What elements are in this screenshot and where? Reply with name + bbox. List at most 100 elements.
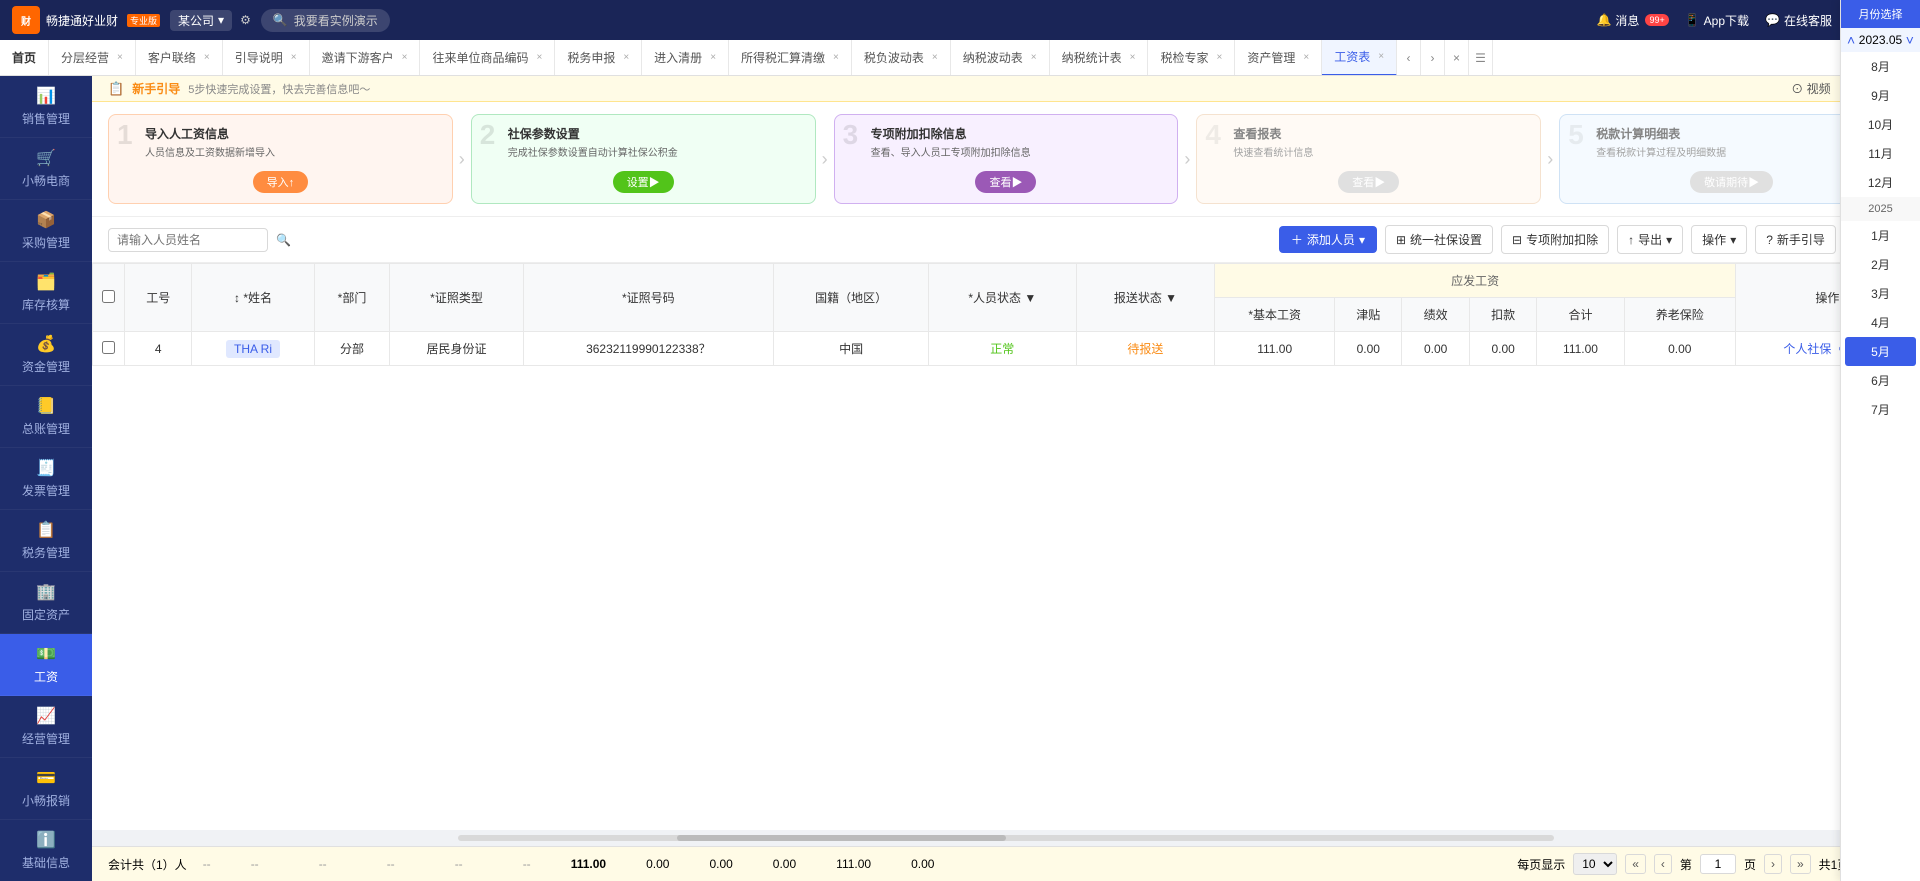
sidebar-item-tax[interactable]: 📋 税务管理 (0, 510, 92, 572)
sidebar-item-invoice[interactable]: 🧾 发票管理 (0, 448, 92, 510)
tab-menu-btn[interactable]: ☰ (1469, 40, 1493, 76)
tab-next-btn[interactable]: › (1421, 40, 1445, 76)
per-page-select[interactable]: 10 20 50 (1573, 853, 1617, 875)
demo-search[interactable]: 🔍 我要看实例演示 (261, 9, 390, 32)
tab-assets[interactable]: 资产管理× (1235, 40, 1322, 76)
tab-tax-expert[interactable]: 税检专家× (1148, 40, 1235, 76)
close-icon[interactable]: × (1130, 52, 1136, 63)
sidebar-item-purchase[interactable]: 📦 采购管理 (0, 200, 92, 262)
step-1-btn[interactable]: 导入↑ (253, 171, 309, 193)
add-icon: ＋ (1291, 231, 1303, 248)
sidebar-item-salary[interactable]: 💵 工资 (0, 634, 92, 696)
step-3-btn[interactable]: 查看▶ (975, 171, 1036, 193)
sidebar-item-management[interactable]: 📈 经营管理 (0, 696, 92, 758)
online-service-btn[interactable]: 💬 在线客服 (1765, 12, 1832, 29)
month-3[interactable]: 3月 (1841, 279, 1920, 308)
personal-insurance-btn[interactable]: 个人社保 (1783, 342, 1831, 356)
logo[interactable]: 财 畅捷通好业财 专业版 (12, 6, 160, 34)
close-icon[interactable]: × (402, 52, 408, 63)
tab-fen-ceng[interactable]: 分层经营× (49, 40, 136, 76)
special-deduction-btn[interactable]: ⊟ 专项附加扣除 (1501, 225, 1609, 254)
tab-tax-burden[interactable]: 税负波动表× (852, 40, 951, 76)
close-icon[interactable]: × (1031, 52, 1037, 63)
invoice-icon: 🧾 (36, 458, 56, 478)
sidebar-item-ledger[interactable]: 📒 总账管理 (0, 386, 92, 448)
close-icon[interactable]: × (833, 52, 839, 63)
close-icon[interactable]: × (536, 52, 542, 63)
step-5-btn[interactable]: 敬请期待▶ (1690, 171, 1773, 193)
month-4[interactable]: 4月 (1841, 308, 1920, 337)
newguide-btn[interactable]: ? 新手引导 (1755, 225, 1836, 254)
sidebar-item-fixed-assets[interactable]: 🏢 固定资产 (0, 572, 92, 634)
app-download-btn[interactable]: 📱 App下载 (1685, 12, 1749, 29)
sidebar-item-expense[interactable]: 💳 小畅报销 (0, 758, 92, 820)
expense-icon: 💳 (36, 768, 56, 788)
tab-tax-declare[interactable]: 税务申报× (555, 40, 642, 76)
purchase-icon: 📦 (36, 210, 56, 230)
horizontal-scrollbar[interactable] (92, 830, 1920, 846)
tab-prev-btn[interactable]: ‹ (1397, 40, 1421, 76)
month-1[interactable]: 1月 (1841, 221, 1920, 250)
tab-home[interactable]: 首页 (0, 40, 49, 76)
tab-yindao[interactable]: 引导说明× (223, 40, 310, 76)
last-page-btn[interactable]: » (1790, 854, 1811, 874)
add-person-button[interactable]: ＋ 添加人员 ▾ (1279, 226, 1377, 253)
tab-income-tax[interactable]: 所得税汇算清缴× (729, 40, 852, 76)
next-page-btn[interactable]: › (1764, 854, 1782, 874)
first-page-btn[interactable]: « (1625, 854, 1646, 874)
select-all-checkbox[interactable] (102, 290, 115, 303)
search-button[interactable]: 🔍 (276, 233, 291, 247)
operation-btn[interactable]: 操作 ▾ (1691, 225, 1747, 254)
month-2[interactable]: 2月 (1841, 250, 1920, 279)
sidebar-item-finance[interactable]: 💰 资金管理 (0, 324, 92, 386)
close-icon[interactable]: × (291, 52, 297, 63)
month-6[interactable]: 6月 (1841, 366, 1920, 395)
sidebar-item-inventory[interactable]: 🗂️ 库存核算 (0, 262, 92, 324)
close-icon[interactable]: × (1216, 52, 1222, 63)
tab-kehu[interactable]: 客户联络× (136, 40, 223, 76)
close-icon[interactable]: × (710, 52, 716, 63)
sidebar-item-sales[interactable]: 📊 销售管理 (0, 76, 92, 138)
month-9[interactable]: 9月 (1841, 81, 1920, 110)
close-icon[interactable]: × (1303, 52, 1309, 63)
page-input[interactable] (1700, 854, 1736, 874)
month-11[interactable]: 11月 (1841, 139, 1920, 168)
tab-invite[interactable]: 邀请下游客户× (310, 40, 421, 76)
month-5[interactable]: 5月 (1845, 337, 1916, 366)
tab-close-all-btn[interactable]: × (1445, 40, 1469, 76)
year-2025: 2025 (1841, 197, 1920, 221)
message-btn[interactable]: 🔔 消息 99+ (1596, 12, 1668, 29)
step-4-btn[interactable]: 查看▶ (1338, 171, 1399, 193)
sidebar-item-ecommerce[interactable]: 🛒 小畅电商 (0, 138, 92, 200)
close-icon-salary[interactable]: × (1378, 51, 1384, 62)
tab-product-code[interactable]: 往来单位商品编码× (420, 40, 555, 76)
cell-deduction: 0.00 (1469, 332, 1536, 366)
th-id-no: *证照号码 (523, 264, 774, 332)
guide-video-btn[interactable]: ⊙ 视频 (1791, 80, 1830, 97)
tab-tax-wave[interactable]: 纳税波动表× (951, 40, 1050, 76)
cell-total: 111.00 (1537, 332, 1624, 366)
row-checkbox[interactable] (102, 341, 115, 354)
export-btn[interactable]: ↑ 导出 ▾ (1617, 225, 1683, 254)
company-dropdown[interactable]: 某公司 ▾ (170, 10, 232, 31)
finance-icon: 💰 (36, 334, 56, 354)
step-2-btn[interactable]: 设置▶ (613, 171, 674, 193)
guide-icon: 📋 (108, 81, 124, 97)
th-nationality: 国籍（地区） (774, 264, 929, 332)
close-icon[interactable]: × (932, 52, 938, 63)
sidebar-item-basic-info[interactable]: ℹ️ 基础信息 (0, 820, 92, 881)
social-security-btn[interactable]: ⊞ 统一社保设置 (1385, 225, 1493, 254)
close-icon[interactable]: × (117, 52, 123, 63)
month-10[interactable]: 10月 (1841, 110, 1920, 139)
close-icon[interactable]: × (623, 52, 629, 63)
close-icon[interactable]: × (204, 52, 210, 63)
tab-tax-stat[interactable]: 纳税统计表× (1050, 40, 1149, 76)
month-7[interactable]: 7月 (1841, 395, 1920, 424)
month-12[interactable]: 12月 (1841, 168, 1920, 197)
search-input[interactable] (108, 228, 268, 252)
tab-salary[interactable]: 工资表× (1322, 40, 1397, 76)
settings-icon[interactable]: ⚙ (240, 13, 251, 27)
prev-page-btn[interactable]: ‹ (1654, 854, 1672, 874)
search-text: 我要看实例演示 (294, 12, 378, 29)
tab-qingce[interactable]: 进入清册× (642, 40, 729, 76)
